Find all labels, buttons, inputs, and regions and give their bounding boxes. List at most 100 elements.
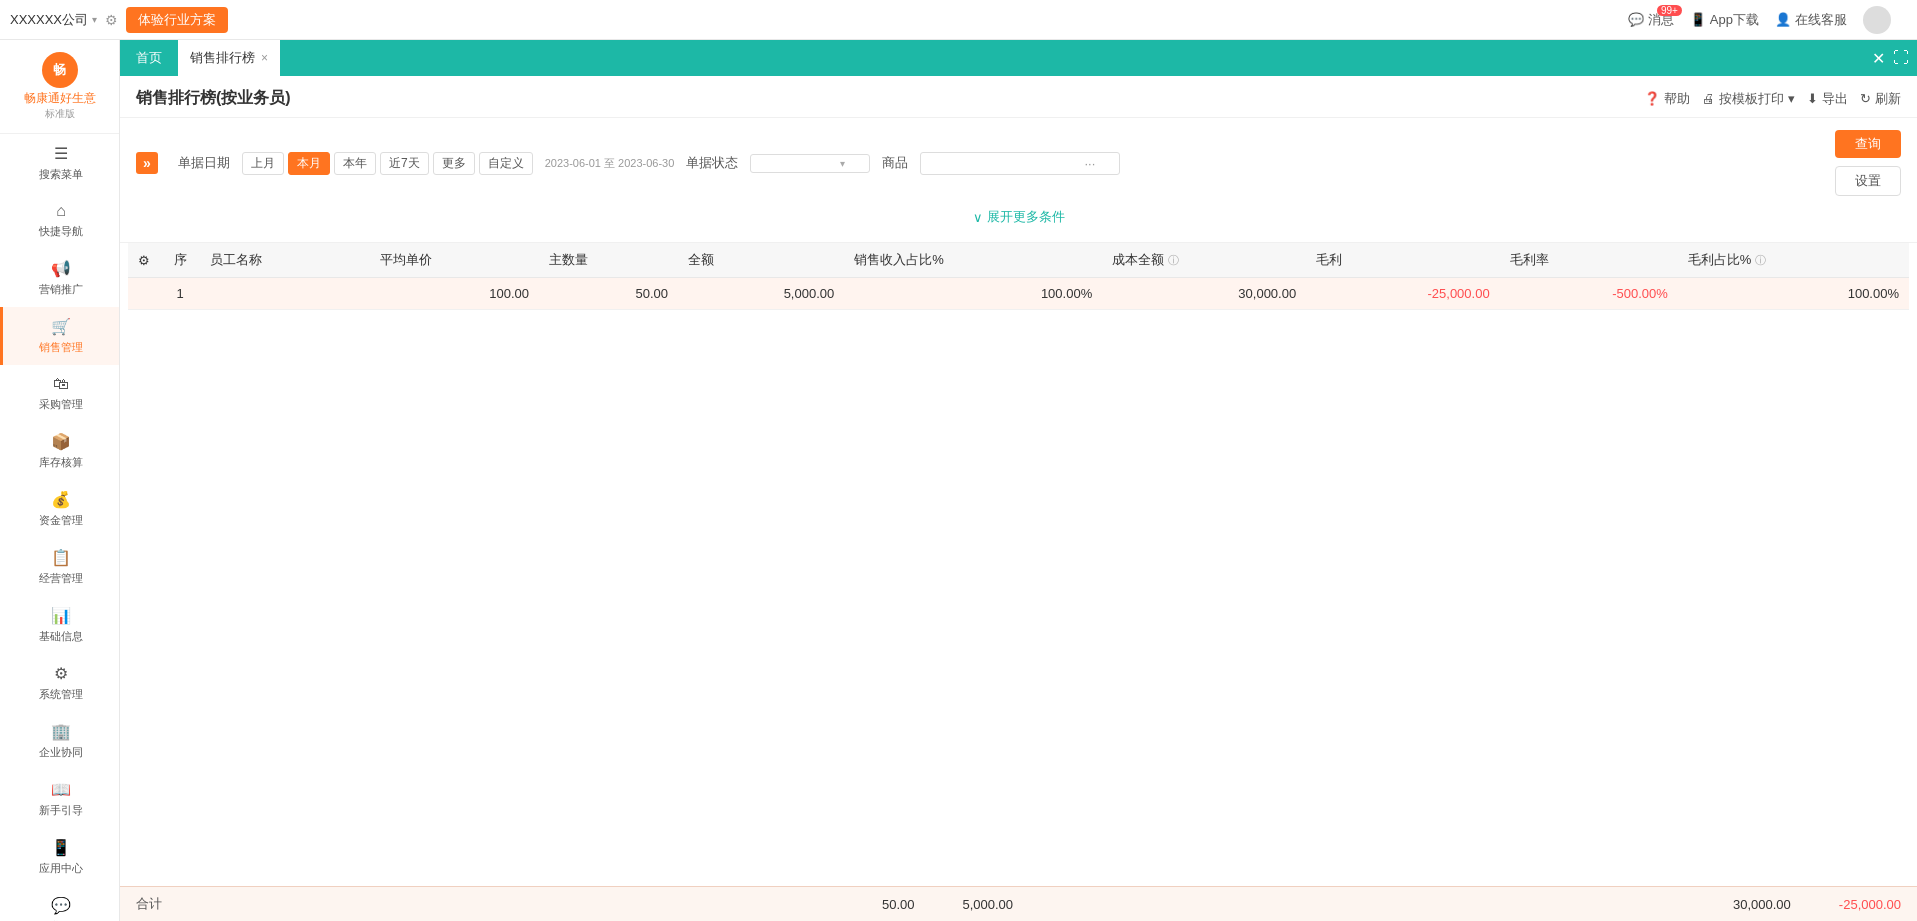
company-selector[interactable]: XXXXXX公司 ▾ (10, 11, 97, 29)
date-btn-last-month[interactable]: 上月 (242, 152, 284, 175)
help-label: 帮助 (1664, 90, 1690, 108)
sidebar-label-system: 系统管理 (39, 687, 83, 702)
col-profit-rate: 毛利率 (1500, 243, 1678, 278)
app-label: App下载 (1710, 11, 1759, 29)
sidebar: 畅 畅康通好生意 标准版 ☰ 搜索菜单 ⌂ 快捷导航 📢 营销推广 🛒 销售管理… (0, 40, 120, 921)
cell-qty: 50.00 (539, 278, 678, 310)
cell-avg-price: 100.00 (370, 278, 540, 310)
app-download-button[interactable]: 📱 App下载 (1690, 11, 1759, 29)
filter-row-1: » 单据日期 上月 本月 本年 近7天 更多 自定义 2023-06-01 至 … (136, 130, 1901, 196)
sidebar-item-finance[interactable]: 💰 资金管理 (0, 480, 119, 538)
sidebar-item-search-order[interactable]: ☰ 搜索菜单 (0, 134, 119, 192)
sidebar-item-purchase[interactable]: 🛍 采购管理 (0, 365, 119, 422)
sidebar-label-inventory: 库存核算 (39, 455, 83, 470)
status-chevron: ▾ (840, 158, 845, 169)
table-header-row: ⚙ 序 员工名称 平均单价 主数量 全额 销售收入占比% 成本全额 ⓘ 毛利 毛… (128, 243, 1909, 278)
cell-profit-pct: 100.00% (1678, 278, 1909, 310)
sidebar-item-inventory[interactable]: 📦 库存核算 (0, 422, 119, 480)
sidebar-item-enterprise[interactable]: 🏢 企业协同 (0, 712, 119, 770)
data-table: ⚙ 序 员工名称 平均单价 主数量 全额 销售收入占比% 成本全额 ⓘ 毛利 毛… (128, 243, 1909, 310)
sidebar-item-system[interactable]: ⚙ 系统管理 (0, 654, 119, 712)
refresh-button[interactable]: ↻ 刷新 (1860, 90, 1901, 108)
tab-bar-right: ✕ ⛶ (1872, 49, 1917, 68)
close-window-icon[interactable]: ✕ (1872, 49, 1885, 68)
logo-icon: 畅 (42, 52, 78, 88)
date-btn-custom[interactable]: 自定义 (479, 152, 533, 175)
refresh-icon: ↻ (1860, 91, 1871, 106)
sidebar-item-sales[interactable]: 🛒 销售管理 (0, 307, 119, 365)
footer-cost: 30,000.00 (1733, 897, 1791, 912)
online-service-button[interactable]: 👤 在线客服 (1775, 11, 1847, 29)
col-name: 员工名称 (200, 243, 370, 278)
avatar[interactable] (1863, 6, 1891, 34)
col-sales-pct: 销售收入占比% (844, 243, 1102, 278)
tab-bar: 首页 销售排行榜 × ✕ ⛶ (120, 40, 1917, 76)
main-content: 首页 销售排行榜 × ✕ ⛶ 销售排行榜(按业务员) ❓ 帮助 (120, 40, 1917, 921)
date-btn-this-month[interactable]: 本月 (288, 152, 330, 175)
sidebar-item-app-center[interactable]: 📱 应用中心 (0, 828, 119, 886)
sidebar-label-guide: 新手引导 (39, 803, 83, 818)
export-icon: ⬇ (1807, 91, 1818, 106)
footer-amount: 5,000.00 (962, 897, 1013, 912)
cost-info-icon[interactable]: ⓘ (1168, 254, 1179, 266)
operation-icon: 📋 (51, 548, 71, 567)
date-btn-this-year[interactable]: 本年 (334, 152, 376, 175)
sidebar-item-guide[interactable]: 📖 新手引导 (0, 770, 119, 828)
sidebar-label-enterprise: 企业协同 (39, 745, 83, 760)
col-profit: 毛利 (1306, 243, 1499, 278)
settings-icon[interactable]: ⚙ (105, 12, 118, 28)
tab-sales-ranking[interactable]: 销售排行榜 × (178, 40, 280, 76)
col-avg-price: 平均单价 (370, 243, 540, 278)
sidebar-item-wechat[interactable]: 💬 企业微信 (0, 886, 119, 921)
col-settings[interactable]: ⚙ (128, 243, 160, 278)
messages-button[interactable]: 💬 消息 99+ (1628, 11, 1674, 29)
expand-toggle[interactable]: » (136, 152, 158, 174)
goods-more[interactable]: ··· (1085, 156, 1096, 171)
company-name: XXXXXX公司 (10, 11, 88, 29)
footer-label: 合计 (136, 895, 162, 913)
search-order-icon: ☰ (54, 144, 68, 163)
app-body: 畅 畅康通好生意 标准版 ☰ 搜索菜单 ⌂ 快捷导航 📢 营销推广 🛒 销售管理… (0, 40, 1917, 921)
sales-icon: 🛒 (51, 317, 71, 336)
top-bar-right: 💬 消息 99+ 📱 App下载 👤 在线客服 (1628, 6, 1907, 34)
tab-close-icon[interactable]: × (261, 51, 268, 65)
settings-filter-button[interactable]: 设置 (1835, 166, 1901, 196)
date-btn-more[interactable]: 更多 (433, 152, 475, 175)
trial-button[interactable]: 体验行业方案 (126, 7, 228, 33)
purchase-icon: 🛍 (53, 375, 69, 393)
marketing-icon: 📢 (51, 259, 71, 278)
tab-home[interactable]: 首页 (120, 40, 178, 76)
expand-more-label: 展开更多条件 (987, 208, 1065, 226)
sidebar-item-quick-nav[interactable]: ⌂ 快捷导航 (0, 192, 119, 249)
date-btn-last-7[interactable]: 近7天 (380, 152, 429, 175)
export-button[interactable]: ⬇ 导出 (1807, 90, 1848, 108)
page-header-actions: ❓ 帮助 🖨 按模板打印 ▾ ⬇ 导出 ↻ 刷新 (1644, 90, 1901, 108)
help-icon: ❓ (1644, 91, 1660, 106)
sidebar-item-operation[interactable]: 📋 经营管理 (0, 538, 119, 596)
profit-pct-info-icon[interactable]: ⓘ (1755, 254, 1766, 266)
sidebar-item-marketing[interactable]: 📢 营销推广 (0, 249, 119, 307)
cell-amount: 5,000.00 (678, 278, 844, 310)
status-select[interactable]: ▾ (750, 154, 870, 173)
cell-profit: -25,000.00 (1306, 278, 1499, 310)
col-amount: 全额 (678, 243, 844, 278)
expand-more-button[interactable]: ∨ 展开更多条件 (136, 204, 1901, 230)
app-center-icon: 📱 (51, 838, 71, 857)
sidebar-label-marketing: 营销推广 (39, 282, 83, 297)
template-print-button[interactable]: 🖨 按模板打印 ▾ (1702, 90, 1795, 108)
logo-subtitle: 标准版 (45, 107, 75, 121)
goods-select[interactable]: ··· (920, 152, 1120, 175)
sidebar-label-quick-nav: 快捷导航 (39, 224, 83, 239)
date-label: 单据日期 (178, 154, 230, 172)
logo-title: 畅康通好生意 (24, 90, 96, 107)
status-label: 单据状态 (686, 154, 738, 172)
help-button[interactable]: ❓ 帮助 (1644, 90, 1690, 108)
company-chevron: ▾ (92, 14, 97, 25)
query-button[interactable]: 查询 (1835, 130, 1901, 158)
maximize-icon[interactable]: ⛶ (1893, 49, 1909, 67)
sidebar-item-basic-info[interactable]: 📊 基础信息 (0, 596, 119, 654)
col-profit-pct: 毛利占比% ⓘ (1678, 243, 1909, 278)
sidebar-logo: 畅 畅康通好生意 标准版 (0, 40, 119, 134)
sidebar-label-sales: 销售管理 (39, 340, 83, 355)
col-rank: 序 (160, 243, 200, 278)
